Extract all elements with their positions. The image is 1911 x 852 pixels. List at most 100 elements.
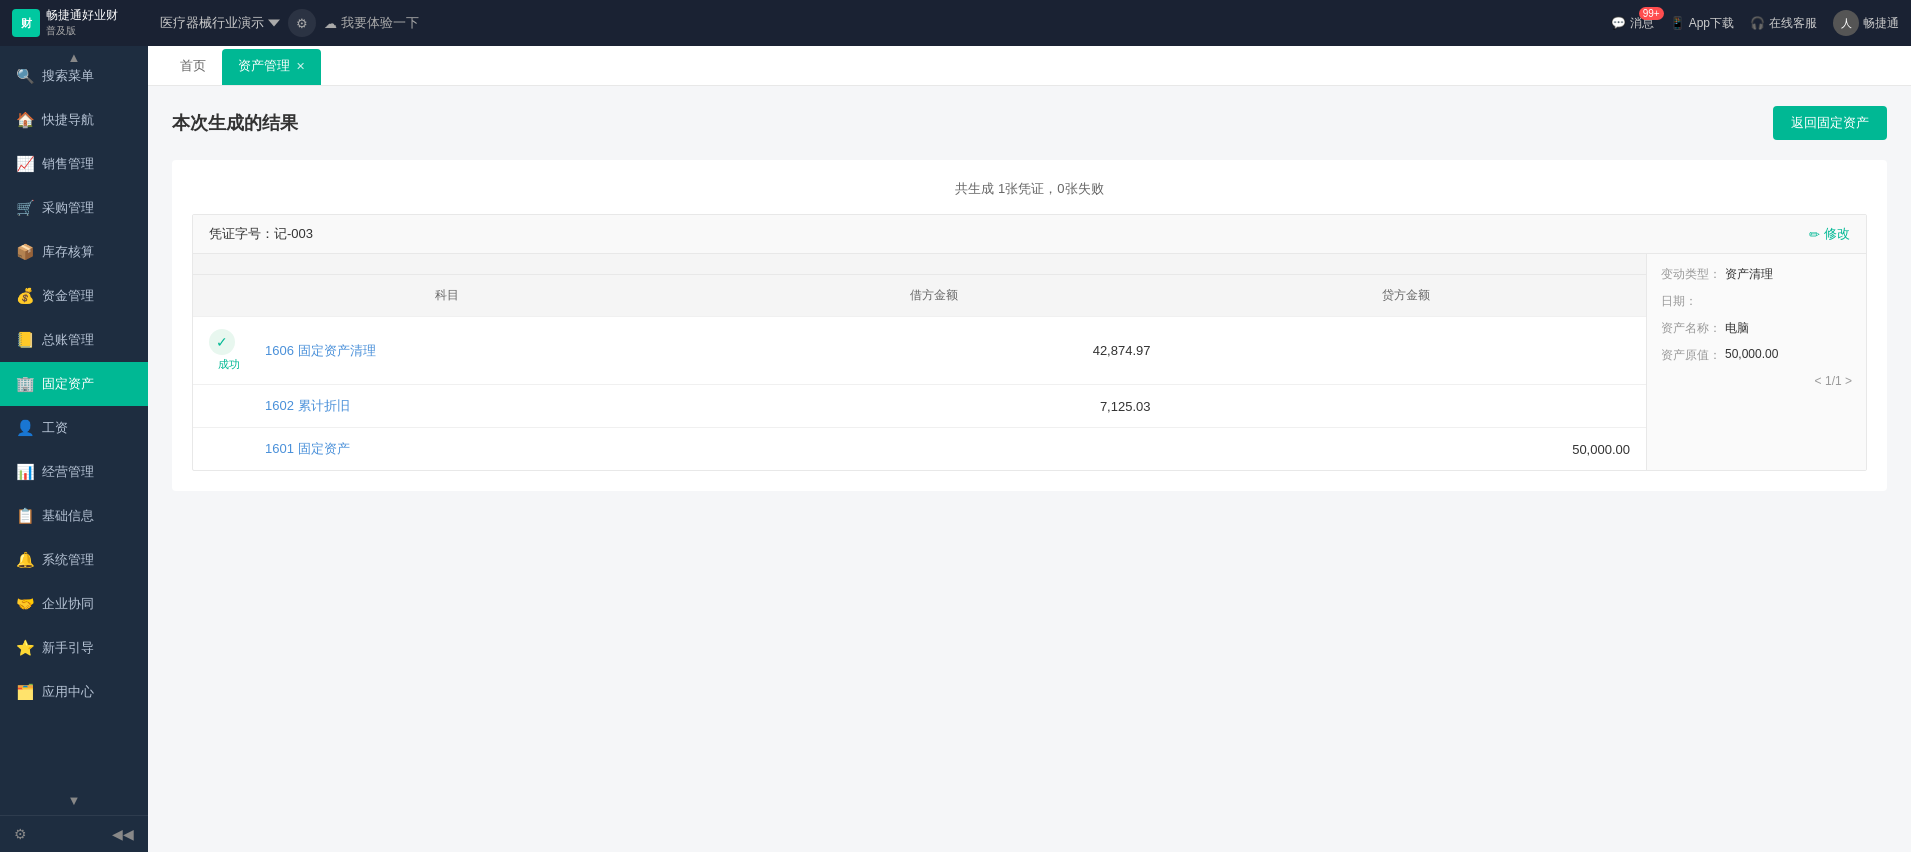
logo-icon: 财 <box>12 9 40 37</box>
app-name: 畅捷通好业财 <box>46 8 118 24</box>
credit-2 <box>1167 385 1647 428</box>
message-button[interactable]: 💬 消息 99+ <box>1611 15 1654 32</box>
tab-home[interactable]: 首页 <box>164 49 222 85</box>
table-cell-subject-2: 1602 累计折旧 <box>193 385 702 428</box>
debit-2: 7,125.03 <box>702 385 1167 428</box>
ledger-icon: 📒 <box>16 331 34 349</box>
basic-info-icon: 📋 <box>16 507 34 525</box>
message-icon: 💬 <box>1611 16 1626 30</box>
sidebar-label-inventory: 库存核算 <box>42 243 94 261</box>
side-info-asset-name: 资产名称： 电脑 <box>1661 320 1852 337</box>
sidebar-label-payroll: 工资 <box>42 419 68 437</box>
message-badge: 99+ <box>1639 7 1664 20</box>
table-row: 1601 固定资产 50,000.00 <box>193 428 1646 471</box>
side-info-original-value: 资产原值： 50,000.00 <box>1661 347 1852 364</box>
success-label: 成功 <box>209 357 249 372</box>
sidebar-item-enterprise[interactable]: 🤝 企业协同 <box>0 582 148 626</box>
subject-code-2[interactable]: 1602 累计折旧 <box>265 397 350 415</box>
table-header-row: 科目 借方金额 贷方金额 <box>193 275 1646 317</box>
pagination[interactable]: < 1/1 > <box>1661 374 1852 388</box>
sidebar-bottom: ⚙ ◀◀ <box>0 815 148 852</box>
sidebar-item-fixed-assets[interactable]: 🏢 固定资产 <box>0 362 148 406</box>
top-header: 财 畅捷通好业财 普及版 医疗器械行业演示 ⚙ ☁ 我要体验一下 💬 消息 99… <box>0 0 1911 46</box>
tab-bar: 首页 资产管理 ✕ <box>148 46 1911 86</box>
sidebar-label-sales: 销售管理 <box>42 155 94 173</box>
header-debit: 借方金额 <box>702 275 1167 317</box>
sidebar-label-basic-info: 基础信息 <box>42 507 94 525</box>
sidebar-item-basic-info[interactable]: 📋 基础信息 <box>0 494 148 538</box>
edit-label: 修改 <box>1824 225 1850 243</box>
app-version: 普及版 <box>46 24 118 38</box>
sidebar-label-purchase: 采购管理 <box>42 199 94 217</box>
sidebar: ▲ 🔍 搜索菜单 🏠 快捷导航 📈 销售管理 🛒 采购管理 📦 库存核算 💰 资… <box>0 46 148 852</box>
sidebar-label-app-center: 应用中心 <box>42 683 94 701</box>
subject-code-3[interactable]: 1601 固定资产 <box>265 440 350 458</box>
voucher-edit-button[interactable]: ✏ 修改 <box>1809 225 1850 243</box>
page-indicator: 1/1 <box>1825 374 1845 388</box>
side-info-date: 日期： <box>1661 293 1852 310</box>
scroll-down-button[interactable]: ▼ <box>0 789 148 812</box>
sidebar-item-purchase[interactable]: 🛒 采购管理 <box>0 186 148 230</box>
sidebar-label-system: 系统管理 <box>42 551 94 569</box>
scroll-up-button[interactable]: ▲ <box>0 46 148 69</box>
col-subject <box>193 254 702 275</box>
original-value-value: 50,000.00 <box>1725 347 1778 361</box>
success-icon: ✓ <box>209 329 235 355</box>
sidebar-item-payroll[interactable]: 👤 工资 <box>0 406 148 450</box>
settings-icon[interactable]: ⚙ <box>288 9 316 37</box>
sidebar-item-inventory[interactable]: 📦 库存核算 <box>0 230 148 274</box>
company-name: 医疗器械行业演示 <box>160 14 264 32</box>
back-to-fixed-assets-button[interactable]: 返回固定资产 <box>1773 106 1887 140</box>
search-icon: 🔍 <box>16 67 34 85</box>
sidebar-label-search: 搜索菜单 <box>42 67 94 85</box>
sidebar-item-app-center[interactable]: 🗂️ 应用中心 <box>0 670 148 714</box>
global-settings-icon[interactable]: ⚙ <box>14 826 27 842</box>
enterprise-icon: 🤝 <box>16 595 34 613</box>
original-value-label: 资产原值： <box>1661 347 1721 364</box>
sidebar-item-finance[interactable]: 💰 资金管理 <box>0 274 148 318</box>
try-label: 我要体验一下 <box>341 14 419 32</box>
sidebar-label-operations: 经营管理 <box>42 463 94 481</box>
chevron-down-icon <box>268 17 280 29</box>
collapse-sidebar-button[interactable]: ◀◀ <box>112 826 134 842</box>
try-feature[interactable]: ☁ 我要体验一下 <box>324 14 419 32</box>
next-page-button[interactable]: > <box>1845 374 1852 388</box>
sidebar-item-quick-nav[interactable]: 🏠 快捷导航 <box>0 98 148 142</box>
header-right: 💬 消息 99+ 📱 App下载 🎧 在线客服 人 畅捷通 <box>1611 10 1899 36</box>
page-title-row: 本次生成的结果 返回固定资产 <box>172 106 1887 140</box>
app-download-button[interactable]: 📱 App下载 <box>1670 15 1734 32</box>
voucher-block: 凭证字号：记-003 ✏ 修改 <box>192 214 1867 471</box>
sidebar-label-finance: 资金管理 <box>42 287 94 305</box>
tab-home-label: 首页 <box>180 57 206 75</box>
user-info[interactable]: 人 畅捷通 <box>1833 10 1899 36</box>
page-content: 本次生成的结果 返回固定资产 共生成 1张凭证，0张失败 凭证字号：记-003 … <box>148 86 1911 852</box>
sidebar-item-operations[interactable]: 📊 经营管理 <box>0 450 148 494</box>
sidebar-item-guide[interactable]: ⭐ 新手引导 <box>0 626 148 670</box>
tab-asset-mgmt[interactable]: 资产管理 ✕ <box>222 49 321 85</box>
prev-page-button[interactable]: < <box>1815 374 1822 388</box>
tab-close-button[interactable]: ✕ <box>296 60 305 73</box>
service-icon: 🎧 <box>1750 16 1765 30</box>
sidebar-item-system[interactable]: 🔔 系统管理 <box>0 538 148 582</box>
voucher-side-info: 变动类型： 资产清理 日期： 资产名称： 电脑 <box>1646 254 1866 470</box>
company-selector[interactable]: 医疗器械行业演示 <box>160 14 280 32</box>
avatar: 人 <box>1833 10 1859 36</box>
nav-bar: 医疗器械行业演示 ⚙ ☁ 我要体验一下 <box>160 9 1611 37</box>
sidebar-label-enterprise: 企业协同 <box>42 595 94 613</box>
credit-3: 50,000.00 <box>1167 428 1647 471</box>
finance-icon: 💰 <box>16 287 34 305</box>
tab-asset-mgmt-label: 资产管理 <box>238 57 290 75</box>
asset-name-label: 资产名称： <box>1661 320 1721 337</box>
payroll-icon: 👤 <box>16 419 34 437</box>
app-center-icon: 🗂️ <box>16 683 34 701</box>
online-service-button[interactable]: 🎧 在线客服 <box>1750 15 1817 32</box>
subject-code-1[interactable]: 1606 固定资产清理 <box>265 342 376 360</box>
service-label: 在线客服 <box>1769 15 1817 32</box>
logo-area: 财 畅捷通好业财 普及版 <box>12 8 160 38</box>
voucher-number: 凭证字号：记-003 <box>209 225 313 243</box>
sidebar-label-guide: 新手引导 <box>42 639 94 657</box>
sidebar-item-ledger[interactable]: 📒 总账管理 <box>0 318 148 362</box>
main-layout: ▲ 🔍 搜索菜单 🏠 快捷导航 📈 销售管理 🛒 采购管理 📦 库存核算 💰 资… <box>0 46 1911 852</box>
table-row: 1602 累计折旧 7,125.03 <box>193 385 1646 428</box>
sidebar-item-sales[interactable]: 📈 销售管理 <box>0 142 148 186</box>
